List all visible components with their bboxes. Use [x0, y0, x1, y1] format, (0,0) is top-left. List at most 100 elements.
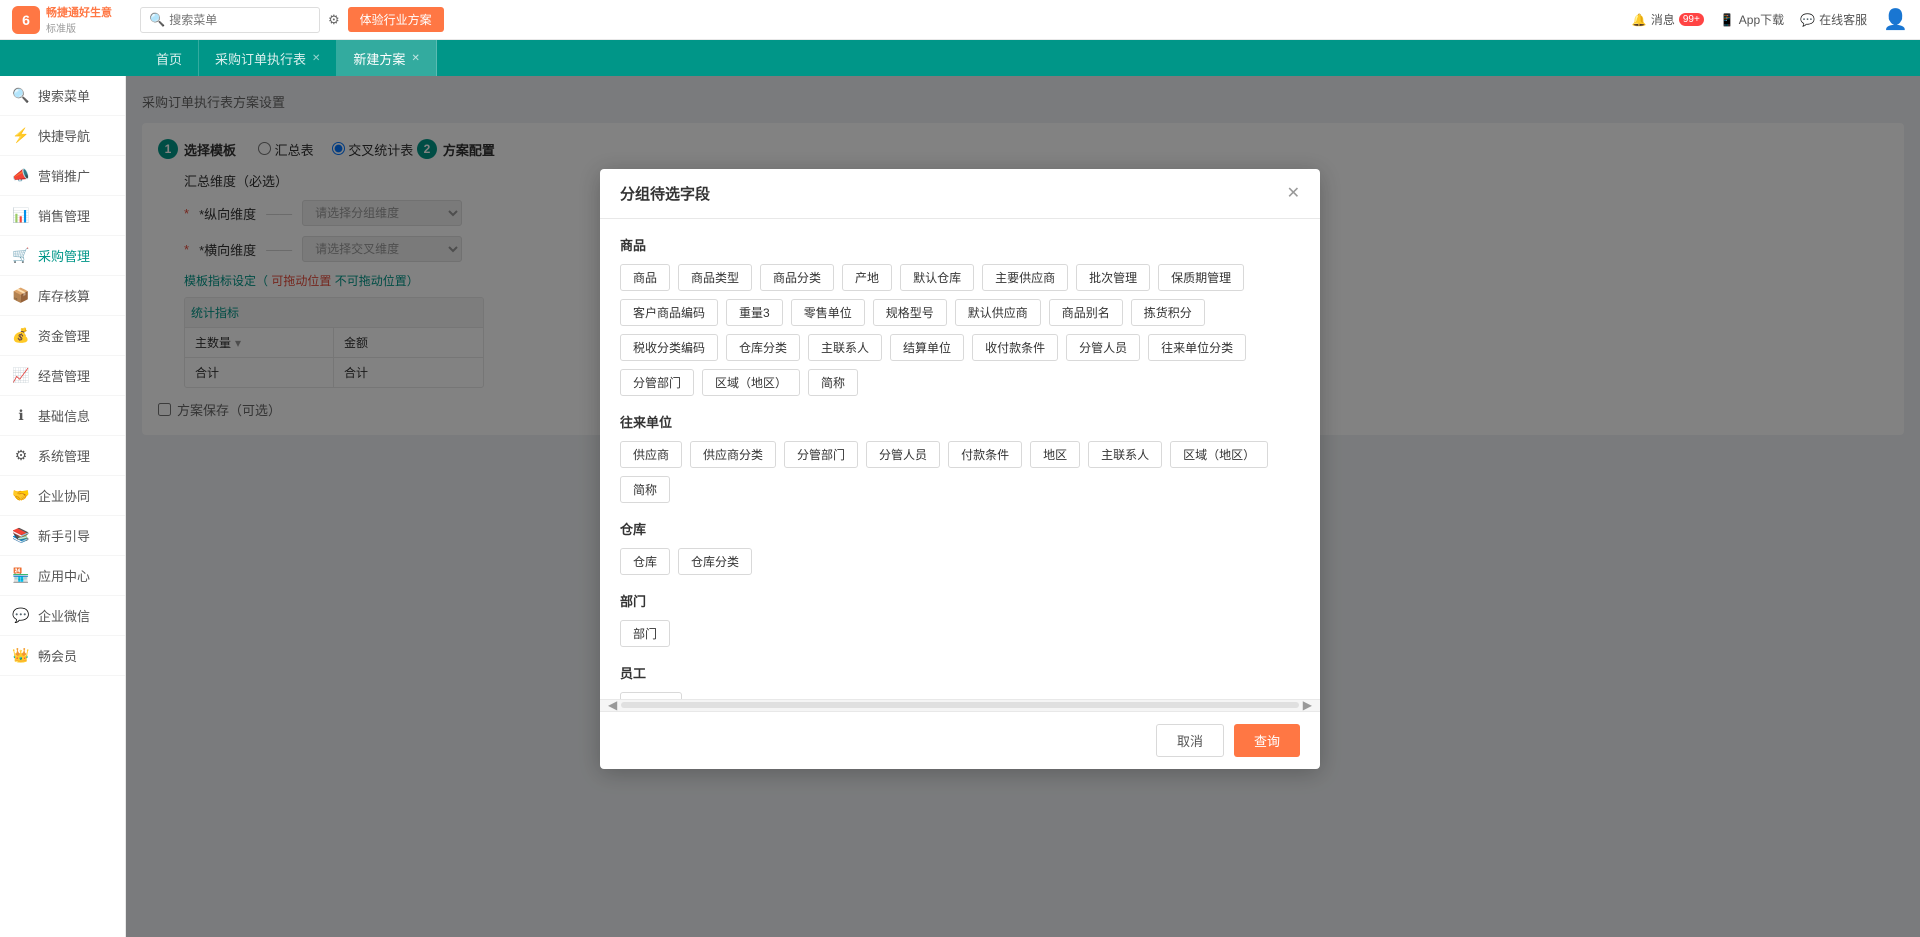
member-icon: 👑	[12, 647, 30, 665]
sidebar-item-sales[interactable]: 📊 销售管理	[0, 196, 125, 236]
modal-close-btn[interactable]: ✕	[1287, 183, 1300, 203]
field-tag-payment-cond[interactable]: 付款条件	[948, 441, 1022, 468]
field-tag-partner-abbrev[interactable]: 简称	[620, 476, 670, 503]
field-tag-spec-model[interactable]: 规格型号	[873, 299, 947, 326]
field-tag-dept[interactable]: 部门	[620, 620, 670, 647]
field-tag-warehouse-category[interactable]: 仓库分类	[678, 548, 752, 575]
field-tag-salesperson[interactable]: 业务员	[620, 692, 682, 699]
tab-purchase-label: 采购订单执行表	[215, 49, 306, 68]
field-tag-customer-code[interactable]: 客户商品编码	[620, 299, 718, 326]
field-tag-retail-unit[interactable]: 零售单位	[791, 299, 865, 326]
field-tag-shelf-life[interactable]: 保质期管理	[1158, 264, 1244, 291]
field-tag-payment-terms[interactable]: 收付款条件	[972, 334, 1058, 361]
tab-home[interactable]: 首页	[140, 40, 199, 76]
field-tag-supervisor[interactable]: 分管人员	[1066, 334, 1140, 361]
sidebar-item-inventory[interactable]: 📦 库存核算	[0, 276, 125, 316]
section-dept: 部门 部门	[620, 591, 1300, 647]
field-tag-goods[interactable]: 商品	[620, 264, 670, 291]
quick-nav-icon: ⚡	[12, 127, 30, 145]
section-goods: 商品 商品 商品类型 商品分类 产地 默认仓库 主要供应商 批次管理 保质期管理…	[620, 235, 1300, 396]
sidebar-item-purchase[interactable]: 🛒 采购管理	[0, 236, 125, 276]
field-tag-partner-category[interactable]: 往来单位分类	[1148, 334, 1246, 361]
sidebar-wechat-label: 企业微信	[38, 606, 90, 625]
field-tag-partner-dept[interactable]: 分管部门	[784, 441, 858, 468]
app-center-icon: 🏪	[12, 567, 30, 585]
experience-btn[interactable]: 体验行业方案	[348, 7, 444, 32]
wechat-icon: 💬	[12, 607, 30, 625]
app-download-btn[interactable]: 📱 App下载	[1720, 11, 1784, 28]
field-tag-default-supplier[interactable]: 默认供应商	[955, 299, 1041, 326]
search-bar[interactable]: 🔍	[140, 7, 320, 33]
confirm-button[interactable]: 查询	[1234, 724, 1300, 757]
field-tag-goods-alias[interactable]: 商品别名	[1049, 299, 1123, 326]
field-tag-main-supplier[interactable]: 主要供应商	[982, 264, 1068, 291]
sidebar-item-wechat[interactable]: 💬 企业微信	[0, 596, 125, 636]
sidebar-item-system[interactable]: ⚙ 系统管理	[0, 436, 125, 476]
field-tag-area[interactable]: 地区	[1030, 441, 1080, 468]
field-tag-weight3[interactable]: 重量3	[726, 299, 783, 326]
field-tag-partner-supervisor[interactable]: 分管人员	[866, 441, 940, 468]
field-tag-dept-in-charge[interactable]: 分管部门	[620, 369, 694, 396]
tab-purchase-close[interactable]: ✕	[312, 53, 320, 64]
field-tag-supplier-category[interactable]: 供应商分类	[690, 441, 776, 468]
finance-icon: 💰	[12, 327, 30, 345]
sidebar: 🔍 搜索菜单 ⚡ 快捷导航 📣 营销推广 📊 销售管理 🛒 采购管理 📦 库存核…	[0, 76, 126, 937]
search-icon: 🔍	[149, 12, 165, 28]
field-tag-goods-category[interactable]: 商品分类	[760, 264, 834, 291]
sidebar-item-app-center[interactable]: 🏪 应用中心	[0, 556, 125, 596]
purchase-icon: 🛒	[12, 247, 30, 265]
field-tag-main-contact[interactable]: 主联系人	[808, 334, 882, 361]
settings-icon[interactable]: ⚙	[328, 12, 340, 28]
tab-purchase-list[interactable]: 采购订单执行表 ✕	[199, 40, 337, 76]
field-tag-goods-type[interactable]: 商品类型	[678, 264, 752, 291]
field-tag-abbrev[interactable]: 简称	[808, 369, 858, 396]
modal-horizontal-scrollbar[interactable]: ◀ ▶	[600, 699, 1320, 711]
field-tag-tax-code[interactable]: 税收分类编码	[620, 334, 718, 361]
tab-home-label: 首页	[156, 49, 182, 68]
field-tag-pick-points[interactable]: 拣货积分	[1131, 299, 1205, 326]
notification-btn[interactable]: 🔔 消息 99+	[1632, 11, 1704, 28]
tab-new-plan-label: 新建方案	[353, 49, 405, 68]
online-service-btn[interactable]: 💬 在线客服	[1800, 11, 1867, 28]
modal-header: 分组待选字段 ✕	[600, 169, 1320, 219]
sidebar-item-guide[interactable]: 📚 新手引导	[0, 516, 125, 556]
cancel-button[interactable]: 取消	[1156, 724, 1224, 757]
sidebar-item-search[interactable]: 🔍 搜索菜单	[0, 76, 125, 116]
sidebar-item-collab[interactable]: 🤝 企业协同	[0, 476, 125, 516]
collab-icon: 🤝	[12, 487, 30, 505]
sales-icon: 📊	[12, 207, 30, 225]
section-goods-fields: 商品 商品类型 商品分类 产地 默认仓库 主要供应商 批次管理 保质期管理 客户…	[620, 264, 1300, 396]
guide-icon: 📚	[12, 527, 30, 545]
sidebar-item-finance[interactable]: 💰 资金管理	[0, 316, 125, 356]
search-input[interactable]	[169, 13, 289, 27]
sidebar-item-operations[interactable]: 📈 经营管理	[0, 356, 125, 396]
search-menu-icon: 🔍	[12, 87, 30, 105]
modal-footer: 取消 查询	[600, 711, 1320, 769]
section-warehouse: 仓库 仓库 仓库分类	[620, 519, 1300, 575]
sidebar-search-label: 搜索菜单	[38, 86, 90, 105]
top-header: 6 畅捷通好生意 标准版 🔍 ⚙ 体验行业方案 🔔 消息 99+ 📱 App下载…	[0, 0, 1920, 40]
section-partner-fields: 供应商 供应商分类 分管部门 分管人员 付款条件 地区 主联系人 区域（地区） …	[620, 441, 1300, 503]
tab-new-plan-close[interactable]: ✕	[411, 53, 419, 64]
section-partner-title: 往来单位	[620, 412, 1300, 431]
sidebar-item-basic-info[interactable]: ℹ 基础信息	[0, 396, 125, 436]
field-tag-partner-region[interactable]: 区域（地区）	[1170, 441, 1268, 468]
field-tag-partner-contact[interactable]: 主联系人	[1088, 441, 1162, 468]
field-tag-warehouse[interactable]: 仓库	[620, 548, 670, 575]
sidebar-item-quick-nav[interactable]: ⚡ 快捷导航	[0, 116, 125, 156]
field-tag-region[interactable]: 区域（地区）	[702, 369, 800, 396]
system-icon: ⚙	[12, 447, 30, 465]
sidebar-item-member[interactable]: 👑 畅会员	[0, 636, 125, 676]
field-tag-default-warehouse[interactable]: 默认仓库	[900, 264, 974, 291]
field-tag-warehouse-cat[interactable]: 仓库分类	[726, 334, 800, 361]
tab-new-plan[interactable]: 新建方案 ✕	[337, 40, 436, 76]
section-employee: 员工 业务员	[620, 663, 1300, 699]
user-avatar[interactable]: 👤	[1883, 7, 1908, 32]
sidebar-item-marketing[interactable]: 📣 营销推广	[0, 156, 125, 196]
field-tag-supplier[interactable]: 供应商	[620, 441, 682, 468]
chat-icon: 💬	[1800, 13, 1815, 27]
field-tag-settlement-unit[interactable]: 结算单位	[890, 334, 964, 361]
field-tag-batch-mgmt[interactable]: 批次管理	[1076, 264, 1150, 291]
logo-area: 6 畅捷通好生意 标准版	[12, 4, 132, 35]
field-tag-origin[interactable]: 产地	[842, 264, 892, 291]
